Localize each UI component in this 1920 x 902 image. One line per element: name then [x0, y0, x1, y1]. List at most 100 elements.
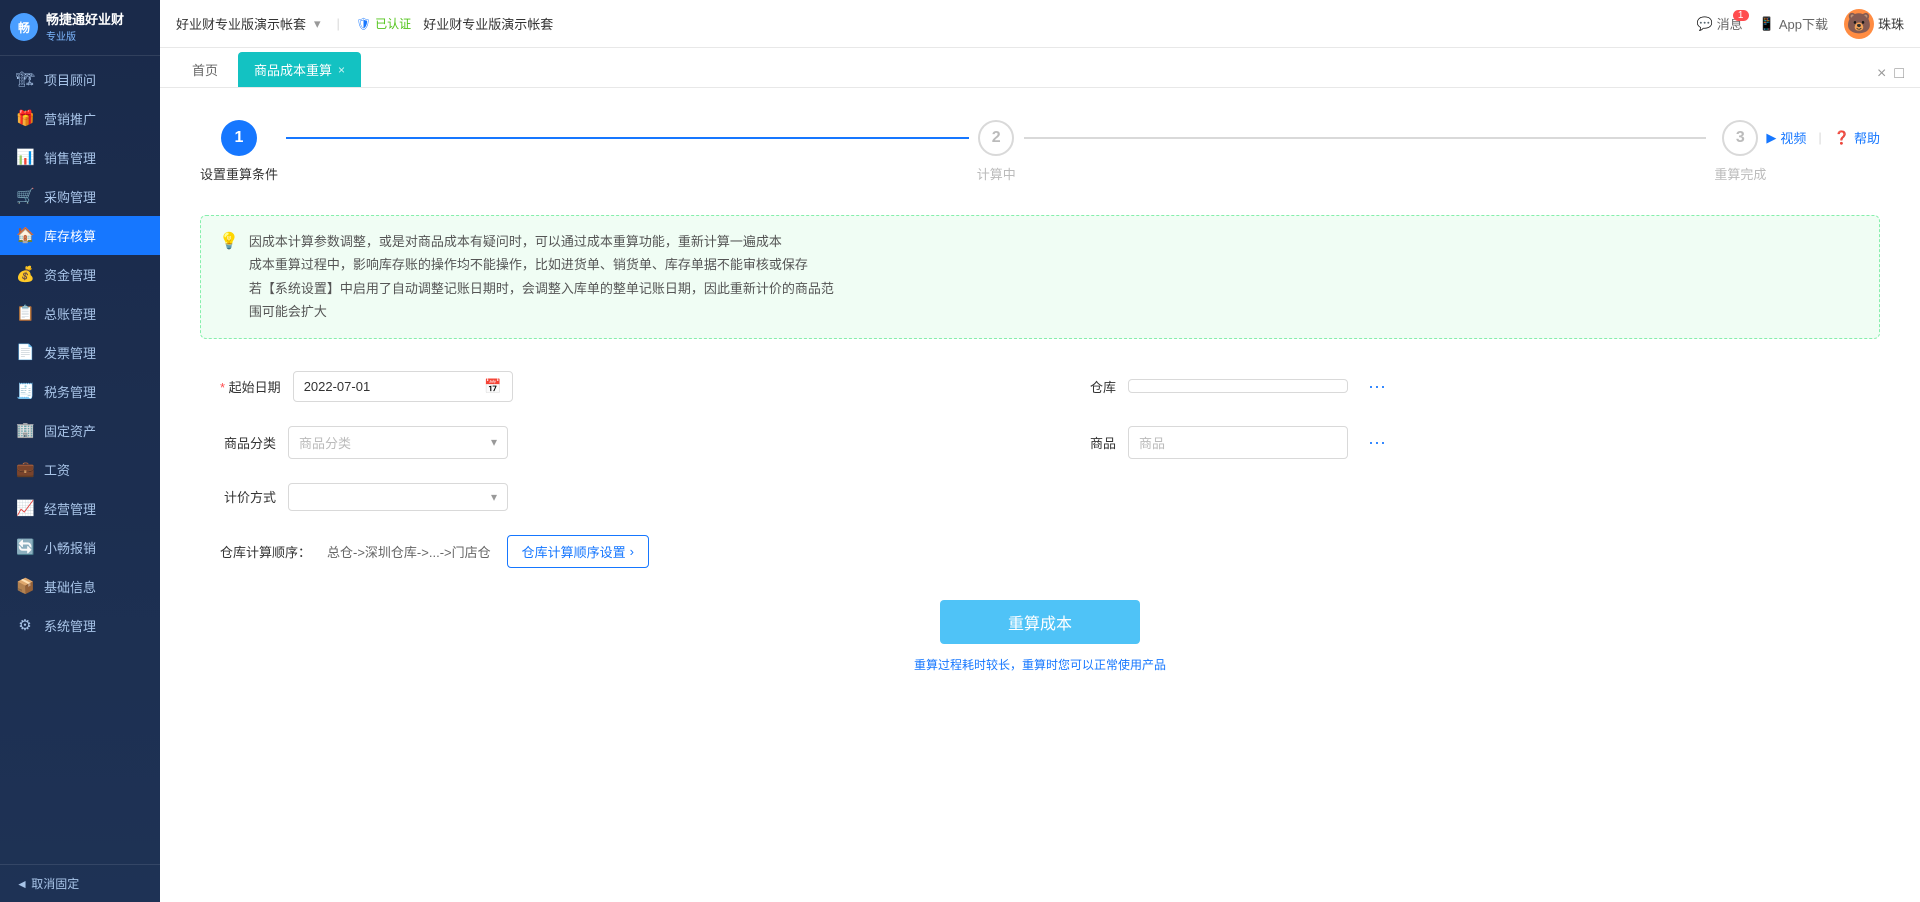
goods-more-btn[interactable]: ··· [1360, 428, 1394, 457]
sidebar-item-invoice[interactable]: 📄 发票管理 [0, 333, 160, 372]
tab-close-icon[interactable]: × [338, 63, 345, 77]
sidebar-item-inventory[interactable]: 🏠 库存核算 [0, 216, 160, 255]
warehouse-input[interactable] [1128, 379, 1348, 393]
message-btn[interactable]: 💬 消息 1 [1696, 14, 1742, 33]
sidebar-item-expense[interactable]: 🔄 小畅报销 [0, 528, 160, 567]
start-date-value: 2022-07-01 [304, 379, 371, 394]
pricing-chevron-icon: ▾ [491, 490, 497, 504]
tab-cost-recalc[interactable]: 商品成本重算 × [238, 52, 361, 87]
tab-home-label: 首页 [192, 60, 218, 79]
step-2-circle: 2 [978, 120, 1014, 156]
avatar: 🐻 [1844, 9, 1874, 39]
warehouse-order-btn-label: 仓库计算顺序设置 [522, 542, 626, 561]
chevron-down-icon: ▾ [491, 435, 497, 449]
sidebar-item-salary[interactable]: 💼 工资 [0, 450, 160, 489]
app-download-btn[interactable]: 📱 App下载 [1759, 14, 1828, 33]
sidebar-item-project[interactable]: 🏗 项目顾问 [0, 60, 160, 99]
salary-icon: 💼 [16, 460, 34, 478]
goods-input[interactable]: 商品 [1128, 426, 1348, 459]
sidebar-item-label: 营销推广 [44, 109, 96, 128]
system-icon: ⚙ [16, 616, 34, 634]
goods-placeholder: 商品 [1139, 433, 1165, 452]
pricing-label: 计价方式 [220, 487, 276, 506]
sidebar-item-ops[interactable]: 📈 经营管理 [0, 489, 160, 528]
form-row-1: 起始日期 2022-07-01 📅 仓库 ··· [220, 371, 1860, 402]
sidebar-item-label: 系统管理 [44, 616, 96, 635]
start-date-input[interactable]: 2022-07-01 📅 [293, 371, 513, 402]
sidebar-item-basic[interactable]: 📦 基础信息 [0, 567, 160, 606]
step-line-1 [286, 137, 969, 139]
goods-label: 商品 [1060, 433, 1116, 452]
warehouse-more-btn[interactable]: ··· [1360, 372, 1394, 401]
sidebar-item-label: 基础信息 [44, 577, 96, 596]
tabs-right: × □ [1877, 65, 1904, 87]
app-download-label: App下载 [1779, 14, 1828, 33]
avatar-img: 🐻 [1847, 11, 1872, 36]
warehouse-order-value: 总仓->深圳仓库->...->门店仓 [327, 542, 491, 561]
form-row-3: 计价方式 ▾ [220, 483, 1860, 511]
sidebar-header: 畅 畅捷通好业财 专业版 [0, 0, 160, 56]
tab-cost-label: 商品成本重算 [254, 60, 332, 79]
sidebar-unpin[interactable]: ◄ 取消固定 [0, 864, 160, 902]
invoice-icon: 📄 [16, 343, 34, 361]
category-select[interactable]: 商品分类 ▾ [288, 426, 508, 459]
video-btn[interactable]: ▶ 视频 [1766, 128, 1806, 147]
sidebar-item-system[interactable]: ⚙ 系统管理 [0, 606, 160, 645]
form-row-2: 商品分类 商品分类 ▾ 商品 商品 ··· [220, 426, 1860, 459]
sidebar-item-label: 项目顾问 [44, 70, 96, 89]
sidebar-item-marketing[interactable]: 🎁 营销推广 [0, 99, 160, 138]
form-group-category: 商品分类 商品分类 ▾ [220, 426, 1020, 459]
form-group-pricing: 计价方式 ▾ [220, 483, 1860, 511]
form-group-date: 起始日期 2022-07-01 📅 [220, 371, 1020, 402]
pricing-select[interactable]: ▾ [288, 483, 508, 511]
step-1-circle: 1 [221, 120, 257, 156]
warehouse-label: 仓库 [1060, 377, 1116, 396]
sidebar-item-sales[interactable]: 📊 销售管理 [0, 138, 160, 177]
user-menu[interactable]: 🐻 珠珠 [1844, 9, 1904, 39]
recalc-label: 重算成本 [1008, 616, 1072, 633]
app-title: 畅捷通好业财 [46, 12, 124, 28]
account-full-name: 好业财专业版演示帐套 [423, 14, 553, 33]
category-placeholder: 商品分类 [299, 433, 351, 452]
step-2-label: 计算中 [977, 164, 1016, 183]
app-logo: 畅 [10, 13, 38, 41]
bulb-icon: 💡 [219, 231, 239, 324]
sidebar-item-label: 经营管理 [44, 499, 96, 518]
sidebar: 畅 畅捷通好业财 专业版 🏗 项目顾问 🎁 营销推广 📊 销售管理 🛒 采购管理… [0, 0, 160, 902]
close-panel-btn[interactable]: × [1877, 65, 1886, 83]
notice-line1: 因成本计算参数调整，或是对商品成本有疑问时，可以通过成本重算功能，重新计算一遍成… [249, 230, 834, 253]
video-label: 视频 [1780, 128, 1806, 147]
notice-box: 💡 因成本计算参数调整，或是对商品成本有疑问时，可以通过成本重算功能，重新计算一… [200, 215, 1880, 339]
topbar: 好业财专业版演示帐套 ▾ | 🛡 已认证 好业财专业版演示帐套 💬 消息 1 📱… [160, 0, 1920, 48]
sidebar-item-tax[interactable]: 🧾 税务管理 [0, 372, 160, 411]
sidebar-item-finance[interactable]: 💰 资金管理 [0, 255, 160, 294]
warehouse-order-settings-btn[interactable]: 仓库计算顺序设置 › [507, 535, 649, 568]
sidebar-nav: 🏗 项目顾问 🎁 营销推广 📊 销售管理 🛒 采购管理 🏠 库存核算 💰 资金管… [0, 56, 160, 864]
help-btn[interactable]: ❓ 帮助 [1834, 128, 1880, 147]
sidebar-item-ledger[interactable]: 📋 总账管理 [0, 294, 160, 333]
sidebar-item-assets[interactable]: 🏢 固定资产 [0, 411, 160, 450]
help-label: 帮助 [1854, 128, 1880, 147]
username: 珠珠 [1878, 14, 1904, 33]
ops-icon: 📈 [16, 499, 34, 517]
notice-line4: 围可能会扩大 [249, 300, 834, 323]
account-selector[interactable]: 好业财专业版演示帐套 ▾ [176, 14, 321, 33]
question-icon: ❓ [1834, 130, 1850, 146]
tab-home[interactable]: 首页 [176, 52, 234, 87]
sidebar-item-label: 固定资产 [44, 421, 96, 440]
step-2: 2 计算中 [977, 120, 1016, 183]
sidebar-item-label: 工资 [44, 460, 70, 479]
project-icon: 🏗 [16, 70, 34, 88]
account-name: 好业财专业版演示帐套 [176, 14, 306, 33]
topbar-right: 💬 消息 1 📱 App下载 🐻 珠珠 [1696, 9, 1904, 39]
sidebar-title-group: 畅捷通好业财 专业版 [46, 12, 124, 43]
purchase-icon: 🛒 [16, 187, 34, 205]
form-group-warehouse: 仓库 ··· [1060, 372, 1860, 401]
sidebar-item-purchase[interactable]: 🛒 采购管理 [0, 177, 160, 216]
basic-icon: 📦 [16, 577, 34, 595]
recalc-section: 重算成本 重算过程耗时较长，重算时您可以正常使用产品 [200, 600, 1880, 673]
calendar-icon[interactable]: 📅 [484, 378, 501, 395]
recalc-hint: 重算过程耗时较长，重算时您可以正常使用产品 [914, 656, 1166, 673]
expand-btn[interactable]: □ [1894, 65, 1904, 83]
recalc-btn[interactable]: 重算成本 [940, 600, 1140, 644]
